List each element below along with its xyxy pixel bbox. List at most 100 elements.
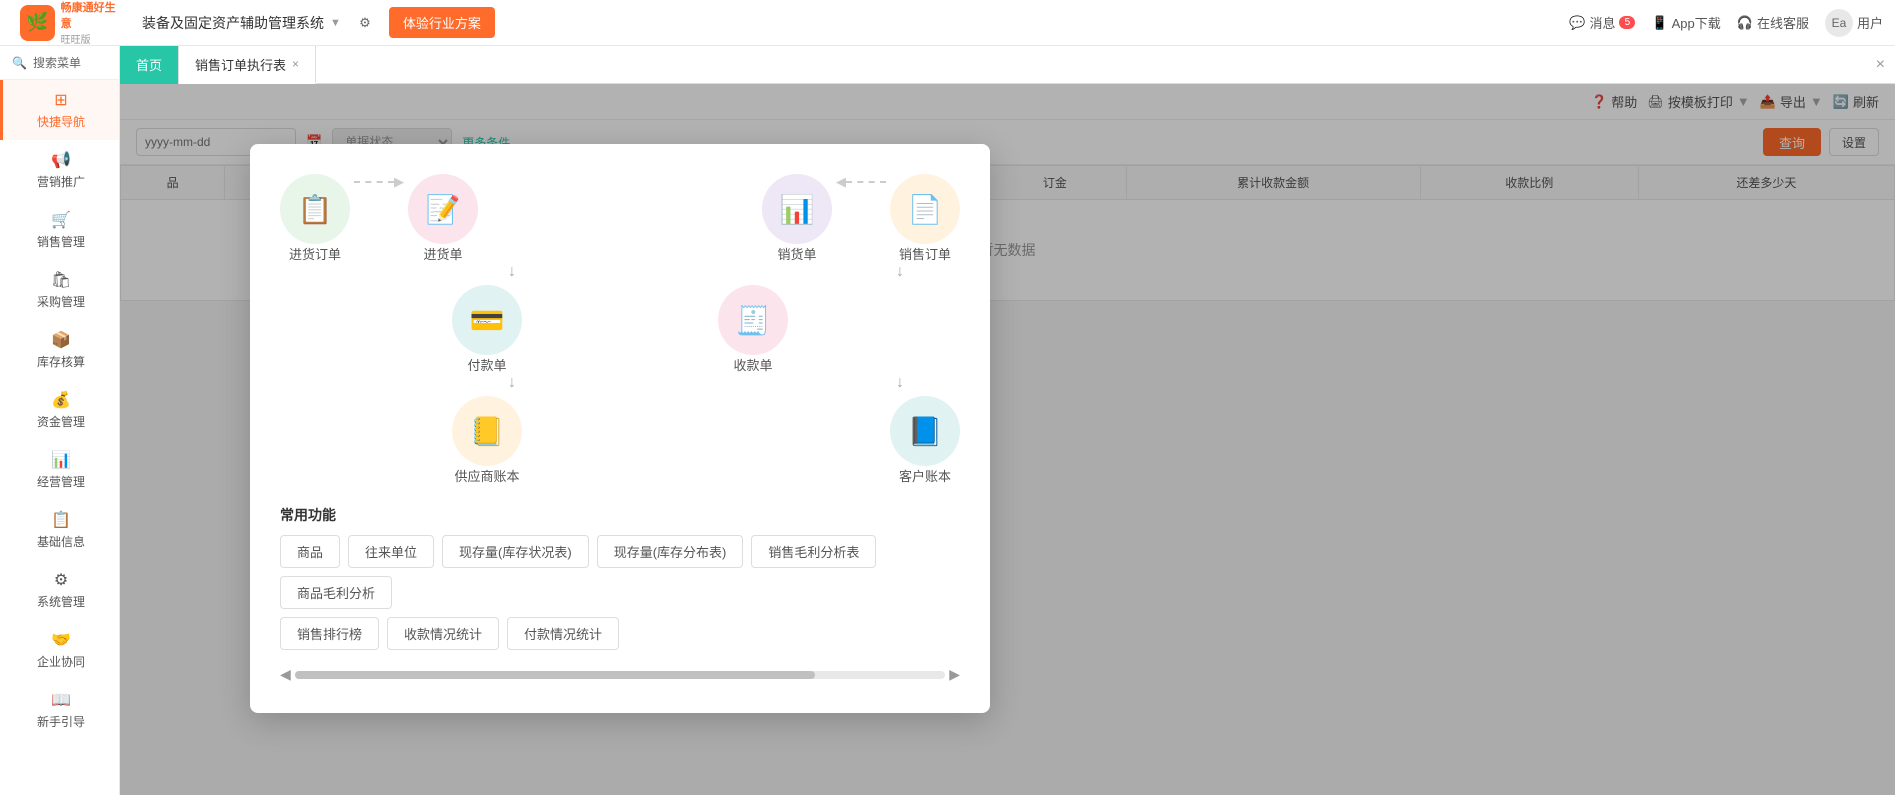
avatar-text: Ea	[1832, 16, 1847, 30]
finance-icon: 💰	[51, 390, 71, 410]
sidebar-item-base-info[interactable]: 📋 基础信息	[0, 500, 119, 560]
sales-icon: 🛒	[51, 210, 71, 230]
tab-close-icon[interactable]: ×	[292, 57, 299, 71]
func-btn-counterpart[interactable]: 往来单位	[348, 535, 434, 568]
base-info-icon: 📋	[51, 510, 71, 530]
purchase-order-icon[interactable]: 📋	[280, 174, 350, 244]
sidebar-item-inventory[interactable]: 📦 库存核算	[0, 320, 119, 380]
purchase-bill-arrow-down: ↓	[452, 263, 572, 281]
scroll-thumb[interactable]	[295, 671, 815, 679]
supplier-ledger-label: 供应商账本	[454, 466, 519, 485]
flow-section: 📋 进货订单 ▶ 📝	[280, 174, 960, 485]
sidebar-item-marketing[interactable]: 📢 营销推广	[0, 140, 119, 200]
online-service-item[interactable]: 🎧 在线客服	[1737, 13, 1809, 32]
brand-sub: 旺旺版	[61, 31, 124, 46]
payment-bill-icon[interactable]: 💳	[452, 285, 522, 355]
sidebar-item-label-marketing: 营销推广	[37, 173, 85, 190]
sidebar-item-guide[interactable]: 📖 新手引导	[0, 680, 119, 740]
sidebar-item-sales[interactable]: 🛒 销售管理	[0, 200, 119, 260]
dropdown-arrow-icon: ▼	[330, 17, 341, 29]
spacer-arrow-left	[400, 263, 452, 281]
spacer4	[572, 374, 840, 392]
func-btn-receipt-stats[interactable]: 收款情况统计	[387, 617, 499, 650]
scroll-left-arrow[interactable]: ◀	[280, 666, 291, 683]
sidebar-item-label-guide: 新手引导	[37, 713, 85, 730]
app-download-label: App下载	[1672, 13, 1721, 32]
brand-logo-icon: 🌿	[20, 5, 55, 41]
scroll-right-arrow[interactable]: ▶	[949, 666, 960, 683]
scroll-area: ◀ ▶	[280, 666, 960, 683]
experience-industry-button[interactable]: 体验行业方案	[389, 7, 495, 38]
sales-bill-icon[interactable]: 📊	[762, 174, 832, 244]
sales-order-icon[interactable]: 📄	[890, 174, 960, 244]
sidebar-item-label-finance: 资金管理	[37, 413, 85, 430]
func-btn-payment-stats[interactable]: 付款情况统计	[507, 617, 619, 650]
headset-icon: 🎧	[1737, 15, 1753, 31]
purchase-bill-icon[interactable]: 📝	[408, 174, 478, 244]
purchase-order-label: 进货订单	[289, 244, 341, 263]
common-functions-title: 常用功能	[280, 505, 960, 525]
main-area: 🔍 搜索菜单 ⊞ 快捷导航 📢 营销推广 🛒 销售管理 🛍 采购管理 📦	[0, 46, 1895, 795]
search-menu[interactable]: 🔍 搜索菜单	[0, 46, 119, 80]
sidebar: 🔍 搜索菜单 ⊞ 快捷导航 📢 营销推广 🛒 销售管理 🛍 采购管理 📦	[0, 46, 120, 795]
system-title[interactable]: 装备及固定资产辅助管理系统 ▼	[142, 13, 341, 33]
search-menu-label: 搜索菜单	[33, 54, 81, 71]
sales-order-glyph: 📄	[908, 193, 943, 226]
system-title-text: 装备及固定资产辅助管理系统	[142, 13, 324, 33]
app-download-item[interactable]: 📱 App下载	[1651, 13, 1720, 32]
supplier-ledger-icon[interactable]: 📒	[452, 396, 522, 466]
avatar: Ea	[1825, 9, 1853, 37]
func-btn-sales-profit[interactable]: 销售毛利分析表	[751, 535, 876, 568]
purchase-bill-label: 进货单	[423, 244, 462, 263]
sales-order-label: 销售订单	[899, 244, 951, 263]
online-service-label: 在线客服	[1757, 13, 1809, 32]
func-btn-stock-dist[interactable]: 现存量(库存分布表)	[597, 535, 744, 568]
tab-home[interactable]: 首页	[120, 46, 179, 84]
settings-icon-btn[interactable]: ⚙	[351, 9, 379, 37]
sidebar-item-operations[interactable]: 📊 经营管理	[0, 440, 119, 500]
receipt-bill-glyph: 🧾	[736, 304, 771, 337]
close-all-tabs-button[interactable]: ×	[1876, 56, 1885, 74]
guide-icon: 📖	[51, 690, 71, 710]
operations-icon: 📊	[51, 450, 71, 470]
sales-order-col: 📄 销售订单	[890, 174, 960, 263]
receipt-bill-icon[interactable]: 🧾	[718, 285, 788, 355]
sidebar-item-label-enterprise: 企业协同	[37, 653, 85, 670]
func-buttons-row2: 销售排行榜 收款情况统计 付款情况统计	[280, 617, 960, 650]
sidebar-item-label-quick-nav: 快捷导航	[37, 113, 85, 130]
grid-icon: ⊞	[54, 90, 67, 110]
message-item[interactable]: 💬 消息 5	[1569, 13, 1635, 32]
user-label: 用户	[1857, 13, 1883, 32]
sidebar-item-system[interactable]: ⚙ 系统管理	[0, 560, 119, 620]
spacer3	[280, 374, 452, 392]
func-btn-stock-status[interactable]: 现存量(库存状况表)	[442, 535, 589, 568]
arrow-purchase-h: ▶	[354, 174, 404, 216]
message-label: 消息	[1589, 13, 1615, 32]
purchase-bill-glyph: 📝	[426, 193, 461, 226]
sidebar-item-label-purchase: 采购管理	[37, 293, 85, 310]
func-buttons-row1: 商品 往来单位 现存量(库存状况表) 现存量(库存分布表) 销售毛利分析表 商品…	[280, 535, 960, 609]
user-avatar-item[interactable]: Ea 用户	[1825, 9, 1883, 37]
customer-ledger-icon[interactable]: 📘	[890, 396, 960, 466]
sidebar-item-label-sales: 销售管理	[37, 233, 85, 250]
func-btn-sales-rank[interactable]: 销售排行榜	[280, 617, 379, 650]
sidebar-item-label-operations: 经营管理	[37, 473, 85, 490]
sidebar-item-quick-nav[interactable]: ⊞ 快捷导航	[0, 80, 119, 140]
customer-ledger-glyph: 📘	[908, 415, 943, 448]
app-wrapper: 🌿 畅康通好生意 旺旺版 装备及固定资产辅助管理系统 ▼ ⚙ 体验行业方案 💬 …	[0, 0, 1895, 795]
inventory-icon: 📦	[51, 330, 71, 350]
common-functions-section: 常用功能 商品 往来单位 现存量(库存状况表) 现存量(库存分布表) 销售毛利分…	[280, 505, 960, 650]
purchase-bill-col: 📝 进货单	[408, 174, 478, 263]
customer-ledger-label: 客户账本	[899, 466, 951, 485]
sidebar-item-enterprise[interactable]: 🤝 企业协同	[0, 620, 119, 680]
tab-sales-order[interactable]: 销售订单执行表 ×	[179, 46, 316, 84]
receipt-bill-label: 收款单	[733, 355, 772, 374]
sidebar-item-label-inventory: 库存核算	[37, 353, 85, 370]
purchase-order-col: 📋 进货订单	[280, 174, 350, 263]
top-right-area: 💬 消息 5 📱 App下载 🎧 在线客服 Ea 用户	[1569, 9, 1883, 37]
func-btn-product-profit[interactable]: 商品毛利分析	[280, 576, 392, 609]
func-btn-product[interactable]: 商品	[280, 535, 340, 568]
sidebar-item-purchase[interactable]: 🛍 采购管理	[0, 260, 119, 320]
purchase-icon: 🛍	[51, 270, 71, 290]
sidebar-item-finance[interactable]: 💰 资金管理	[0, 380, 119, 440]
